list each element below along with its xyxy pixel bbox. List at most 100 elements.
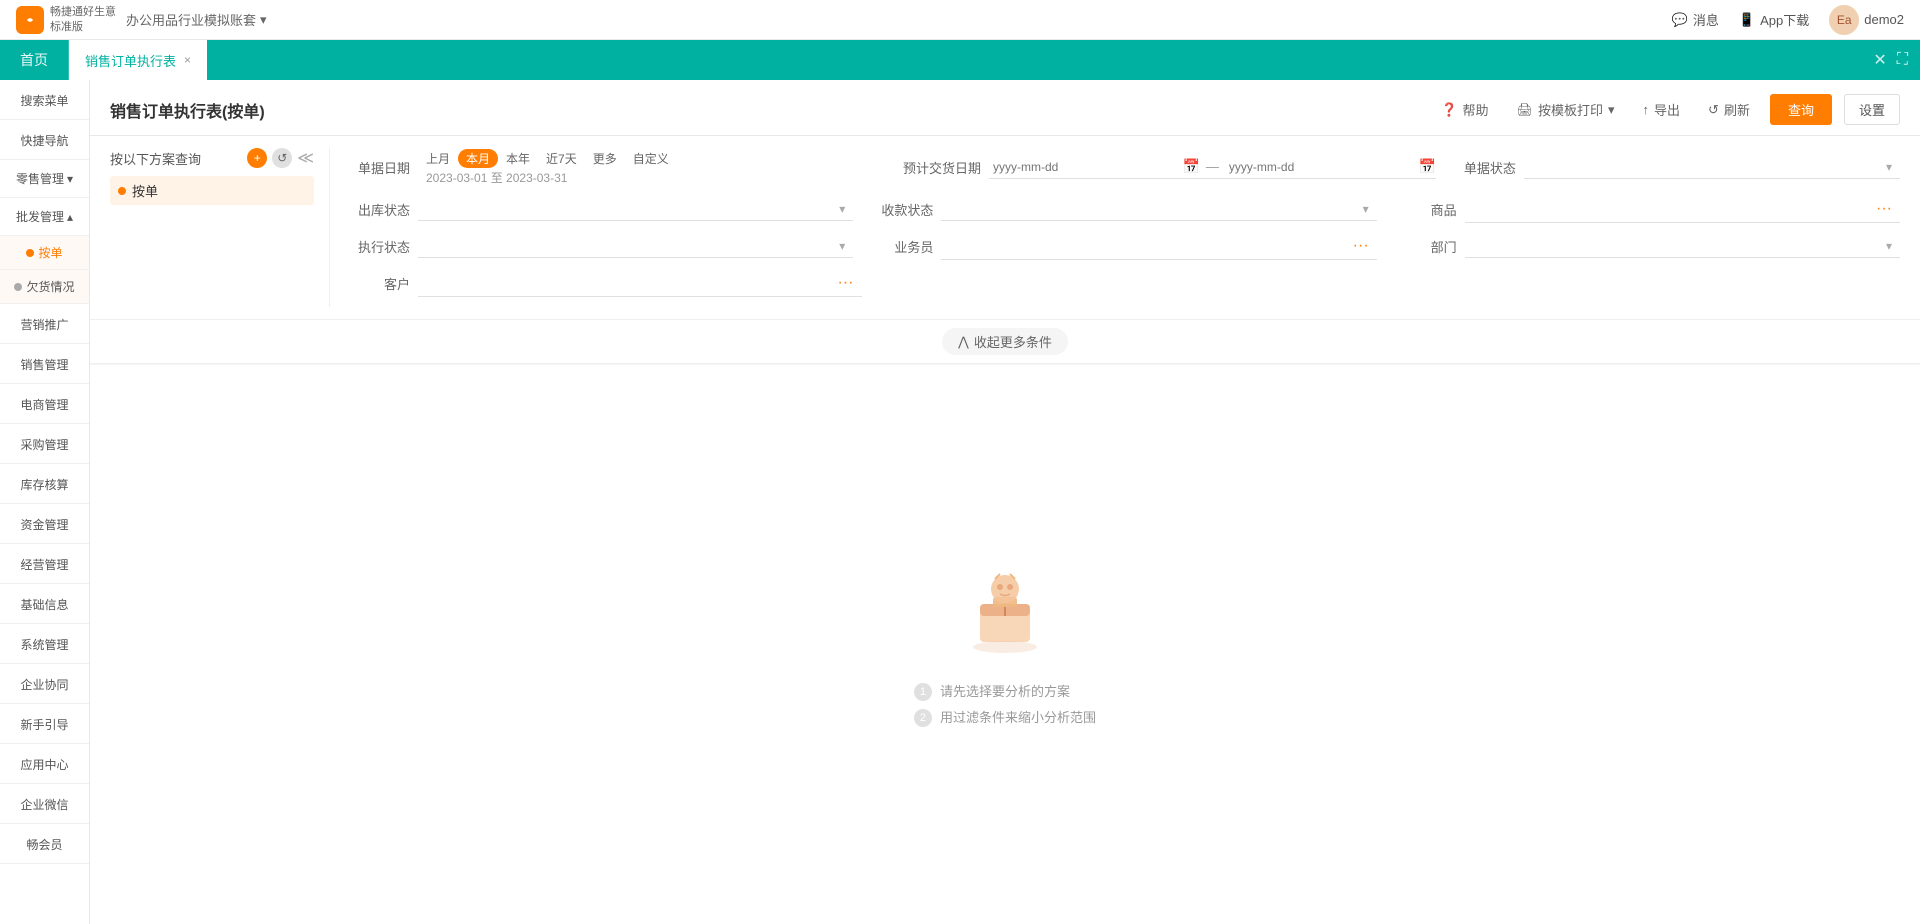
goods-input-area[interactable]: ···: [1465, 196, 1900, 223]
help-btn[interactable]: ❓ 帮助: [1433, 96, 1496, 123]
sidebar-item-marketing[interactable]: 营销推广: [0, 304, 89, 344]
tab-close-window-icon[interactable]: ✕: [1873, 50, 1886, 70]
sidebar-sub-欠货[interactable]: 欠货情况: [0, 270, 89, 304]
status-select[interactable]: ▾: [1524, 156, 1900, 179]
refresh-scheme-btn[interactable]: ↺: [272, 148, 292, 168]
settings-button[interactable]: 设置: [1844, 94, 1900, 125]
print-icon: 🖨: [1516, 102, 1533, 118]
status-arrow-icon: ▾: [1886, 160, 1892, 174]
empty-tip-1: 1 请先选择要分析的方案: [914, 679, 1096, 705]
add-scheme-btn[interactable]: +: [247, 148, 267, 168]
customer-ellipsis-icon[interactable]: ···: [838, 274, 854, 292]
tab-close-icon[interactable]: ×: [184, 53, 191, 67]
dept-select[interactable]: ▾: [1465, 235, 1900, 258]
payment-select[interactable]: ▾: [941, 198, 1376, 221]
sidebar: 搜索菜单 快捷导航 零售管理 ▾ 批发管理 ▴ 按单: [0, 80, 90, 924]
sidebar-item-shortcut[interactable]: 快捷导航: [0, 120, 89, 160]
filter-row-2: 出库状态 ▾ 收款状态 ▾: [350, 196, 1900, 223]
top-header: 畅捷通好生意 标准版 办公用品行业模拟账套 ▾ 💬 消息 📱 App下载 Ea …: [0, 0, 1920, 40]
payment-arrow-icon: ▾: [1363, 202, 1369, 216]
salesperson-label: 业务员: [873, 237, 933, 256]
salesperson-input-area[interactable]: ···: [941, 233, 1376, 260]
sidebar-item-sales[interactable]: 销售管理: [0, 344, 89, 384]
tip-num-2: 2: [914, 709, 932, 727]
query-button[interactable]: 查询: [1770, 94, 1832, 125]
tab-home[interactable]: 首页: [0, 40, 69, 80]
goods-label: 商品: [1397, 200, 1457, 219]
empty-tip-2: 2 用过滤条件来缩小分析范围: [914, 705, 1096, 731]
export-btn[interactable]: ↑ 导出: [1635, 96, 1689, 123]
filter-status: 单据状态 ▾: [1456, 156, 1900, 179]
exec-label: 执行状态: [350, 237, 410, 256]
calendar-start-icon[interactable]: 📅: [1182, 158, 1199, 175]
shipment-select[interactable]: ▾: [418, 198, 853, 221]
tab-maximize-icon[interactable]: ⛶: [1897, 51, 1908, 69]
sidebar-item-collab[interactable]: 企业协同: [0, 664, 89, 704]
page-title: 销售订单执行表(按单): [110, 98, 265, 122]
sidebar-item-wholesale[interactable]: 批发管理 ▴: [0, 198, 89, 236]
calendar-end-icon[interactable]: 📅: [1418, 158, 1435, 175]
expected-end-input[interactable]: [1225, 156, 1413, 178]
expected-start-input[interactable]: [989, 156, 1177, 178]
user-profile[interactable]: Ea demo2: [1829, 5, 1904, 35]
empty-tips: 1 请先选择要分析的方案 2 用过滤条件来缩小分析范围: [914, 679, 1096, 731]
sidebar-item-retail[interactable]: 零售管理 ▾: [0, 160, 89, 198]
refresh-btn[interactable]: ↺ 刷新: [1700, 96, 1758, 123]
date-btn-this-month[interactable]: 本月: [458, 149, 498, 168]
goods-ellipsis-icon[interactable]: ···: [1876, 200, 1892, 218]
chevron-down-icon: ▾: [67, 172, 73, 186]
exec-select[interactable]: ▾: [418, 235, 853, 258]
sidebar-item-system[interactable]: 系统管理: [0, 624, 89, 664]
date-btn-more[interactable]: 更多: [585, 148, 625, 169]
collapse-filters-btn[interactable]: ⋀ 收起更多条件: [942, 328, 1068, 355]
sidebar-item-operations[interactable]: 经营管理: [0, 544, 89, 584]
content-area: 销售订单执行表(按单) ❓ 帮助 🖨 按模板打印 ▾ ↑ 导出 ↺ 刷新: [90, 80, 1920, 924]
filter-row-3: 执行状态 ▾ 业务员 ···: [350, 233, 1900, 260]
tab-bar-right: ✕ ⛶: [1873, 40, 1920, 80]
sidebar-sub-item-shortage[interactable]: 欠货情况: [0, 270, 89, 303]
sidebar-item-wechat[interactable]: 企业微信: [0, 784, 89, 824]
sidebar-item-purchase[interactable]: 采购管理: [0, 424, 89, 464]
date-btn-this-year[interactable]: 本年: [498, 148, 538, 169]
salesperson-ellipsis-icon[interactable]: ···: [1353, 237, 1369, 255]
date-btn-last-month[interactable]: 上月: [418, 148, 458, 169]
collapse-scheme-icon[interactable]: ≪: [297, 148, 314, 168]
logo-text: 畅捷通好生意 标准版: [50, 5, 116, 34]
main-layout: 搜索菜单 快捷导航 零售管理 ▾ 批发管理 ▴ 按单: [0, 80, 1920, 924]
scheme-item-by-order[interactable]: 按单: [110, 176, 314, 205]
tab-sales-execution[interactable]: 销售订单执行表 ×: [69, 40, 207, 80]
sidebar-item-inventory[interactable]: 库存核算: [0, 464, 89, 504]
app-selector[interactable]: 办公用品行业模拟账套 ▾: [126, 10, 267, 29]
sidebar-sub-item-by-order[interactable]: 按单: [0, 236, 89, 269]
avatar: Ea: [1829, 5, 1859, 35]
filter-salesperson: 业务员 ···: [873, 233, 1376, 260]
refresh-icon: ↺: [1708, 102, 1719, 118]
sidebar-sub-按单[interactable]: 按单: [0, 236, 89, 270]
filter-goods: 商品 ···: [1397, 196, 1900, 223]
filter-row-1: 单据日期 上月 本月 本年 近7天 更多 自定义 20: [350, 148, 1900, 186]
more-filters-bar: ⋀ 收起更多条件: [90, 320, 1920, 364]
dept-label: 部门: [1397, 237, 1457, 256]
filter-exec: 执行状态 ▾: [350, 235, 853, 258]
date-btn-7days[interactable]: 近7天: [538, 148, 585, 169]
empty-state: 1 请先选择要分析的方案 2 用过滤条件来缩小分析范围: [90, 365, 1920, 924]
print-btn[interactable]: 🖨 按模板打印 ▾: [1508, 96, 1622, 123]
date-quick-buttons: 上月 本月 本年 近7天 更多 自定义: [418, 148, 883, 169]
sidebar-item-member[interactable]: 畅会员: [0, 824, 89, 864]
sidebar-item-guide[interactable]: 新手引导: [0, 704, 89, 744]
filter-date: 单据日期 上月 本月 本年 近7天 更多 自定义 20: [350, 148, 883, 186]
sidebar-item-finance[interactable]: 资金管理: [0, 504, 89, 544]
sidebar-item-app-center[interactable]: 应用中心: [0, 744, 89, 784]
scheme-header: 按以下方案查询 + ↺ ≪: [110, 148, 314, 168]
page-header: 销售订单执行表(按单) ❓ 帮助 🖨 按模板打印 ▾ ↑ 导出 ↺ 刷新: [90, 80, 1920, 136]
sidebar-item-search[interactable]: 搜索菜单: [0, 80, 89, 120]
sidebar-item-basic-info[interactable]: 基础信息: [0, 584, 89, 624]
message-btn[interactable]: 💬 消息: [1672, 10, 1719, 29]
filter-inner: 按以下方案查询 + ↺ ≪ 按单: [90, 136, 1920, 320]
filter-shipment: 出库状态 ▾: [350, 198, 853, 221]
filter-dept: 部门 ▾: [1397, 235, 1900, 258]
app-download-btn[interactable]: 📱 App下载: [1739, 10, 1809, 29]
sidebar-item-ecommerce[interactable]: 电商管理: [0, 384, 89, 424]
date-btn-custom[interactable]: 自定义: [625, 148, 677, 169]
customer-input-area[interactable]: ···: [418, 270, 862, 297]
